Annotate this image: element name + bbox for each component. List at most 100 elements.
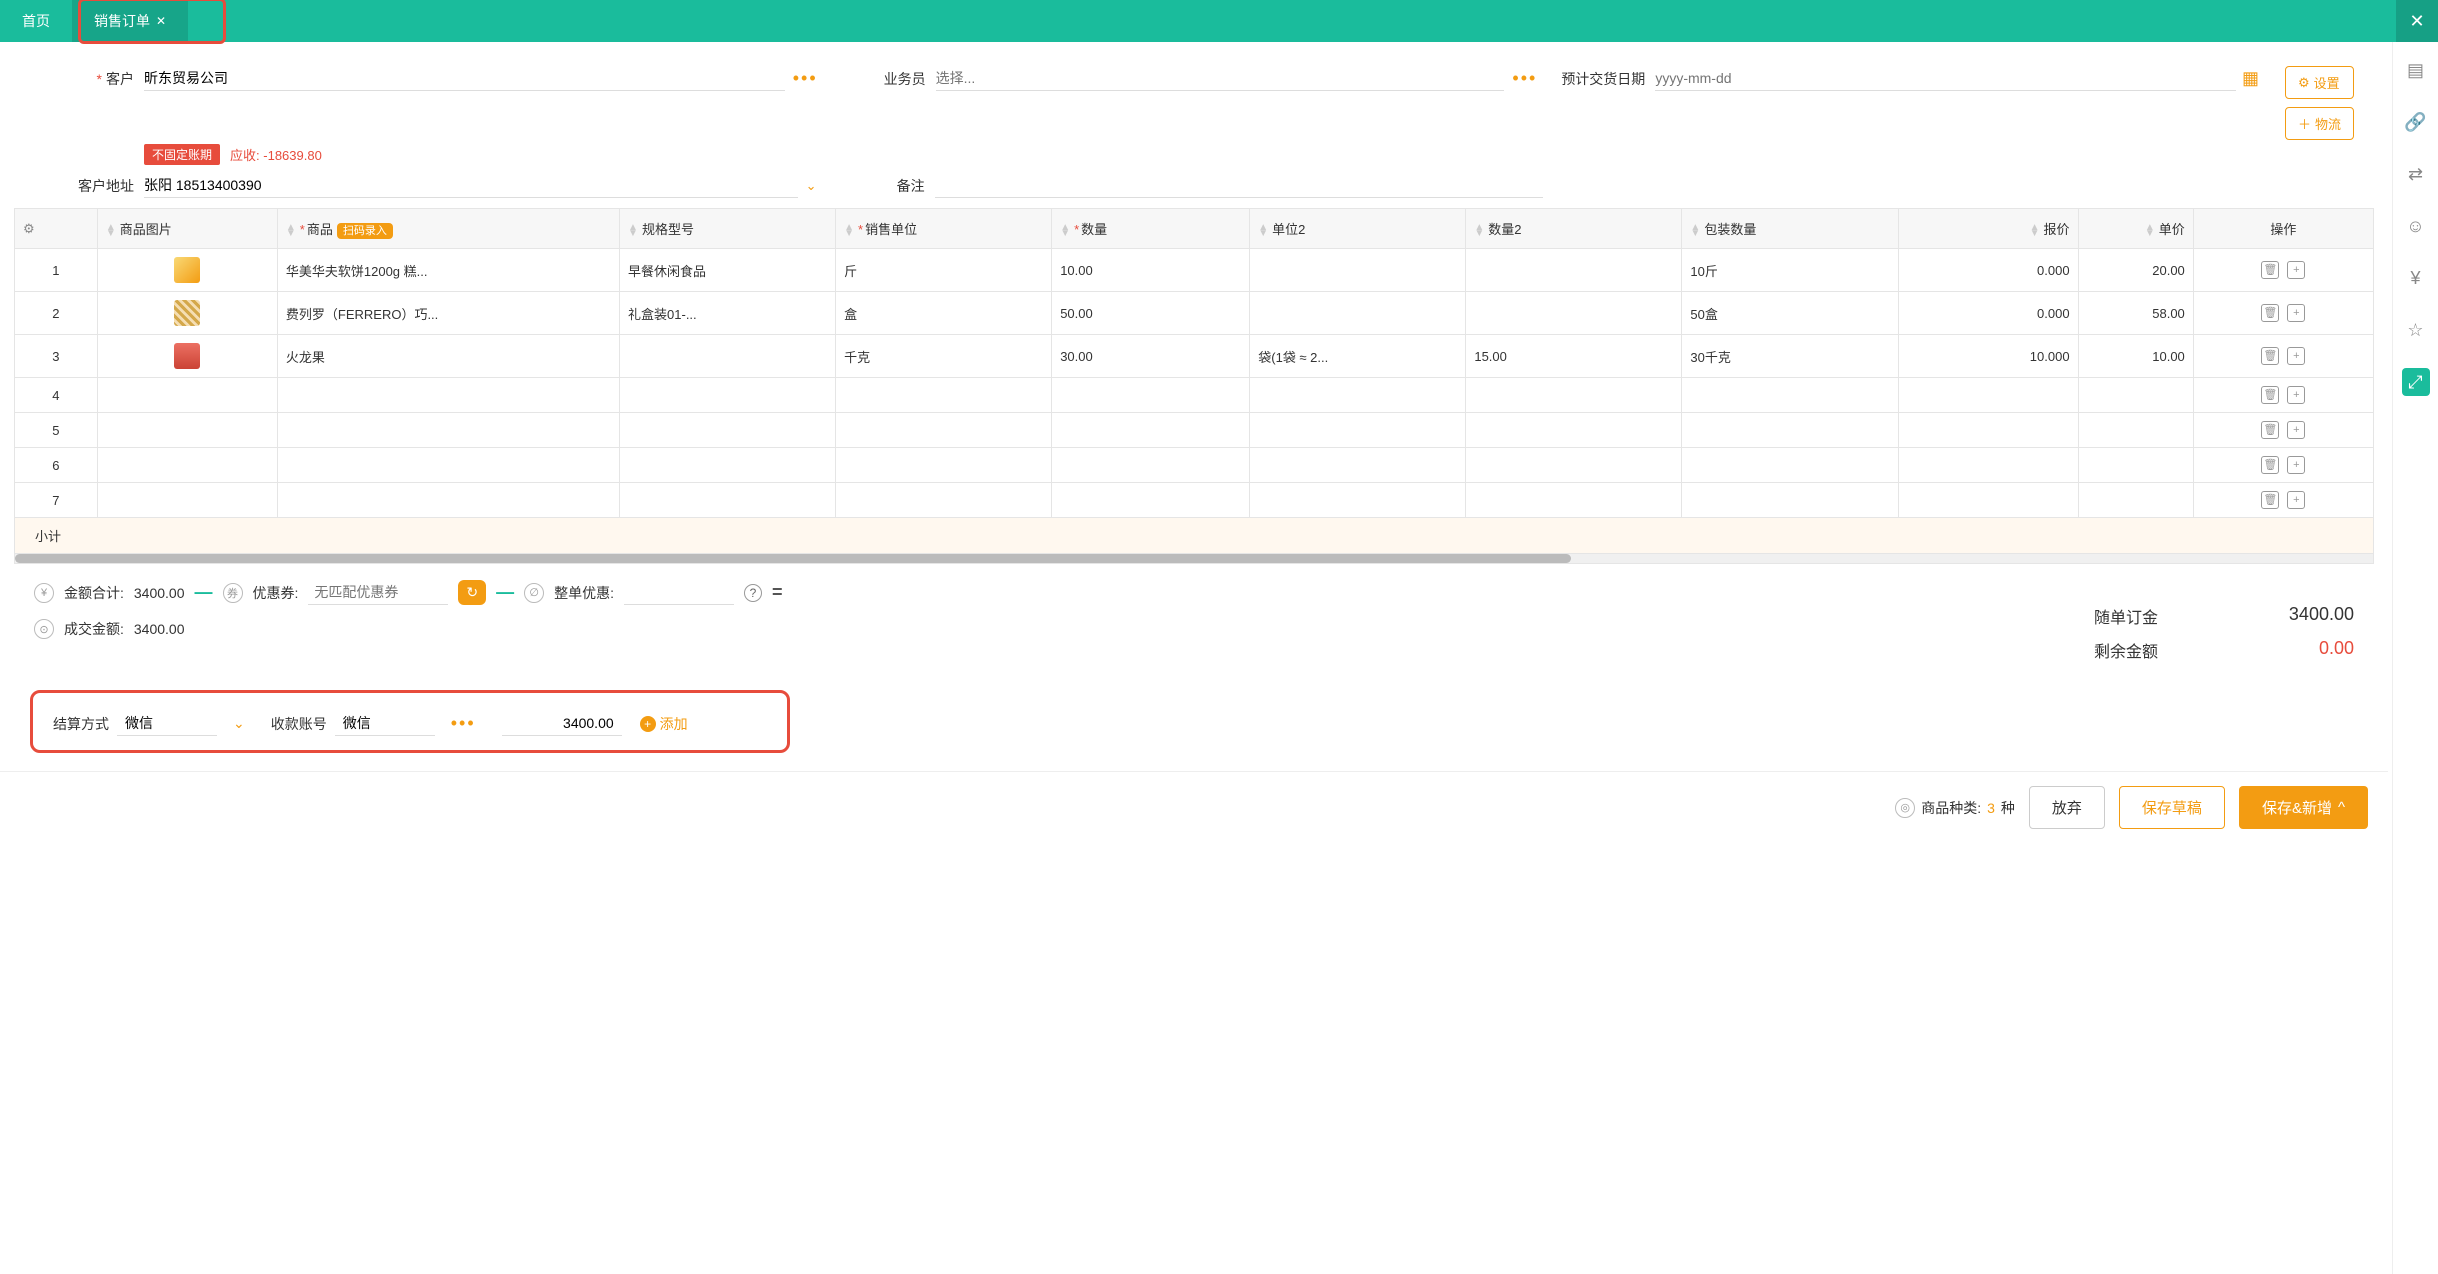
unit-cell[interactable]: 盒 [836,292,1052,335]
table-row[interactable]: 2费列罗（FERRERO）巧...礼盒装01-...盒50.0050盒0.000… [15,292,2374,335]
chevron-down-icon[interactable]: ⌄ [225,715,253,732]
quote-cell[interactable]: 0.000 [1898,249,2078,292]
product-name-cell[interactable]: 火龙果 [277,335,619,378]
add-row-icon[interactable]: + [2287,421,2305,439]
table-row[interactable]: 4🗑+ [15,378,2374,413]
unit2-cell[interactable] [1250,249,1466,292]
spec-cell[interactable]: 早餐休闲食品 [620,249,836,292]
link-icon[interactable]: 🔗 [2402,108,2430,136]
refresh-icon[interactable]: ↻ [458,580,486,605]
qty2-cell[interactable]: 15.00 [1466,335,1682,378]
tab-bar-collapse-icon[interactable]: ✕ [2396,0,2438,42]
delete-row-icon[interactable]: 🗑 [2261,347,2279,365]
qty-cell[interactable]: 30.00 [1052,335,1250,378]
settings-button[interactable]: ⚙设置 [2285,66,2354,99]
delete-row-icon[interactable]: 🗑 [2261,421,2279,439]
more-icon[interactable]: ••• [1504,68,1545,89]
delete-row-icon[interactable]: 🗑 [2261,386,2279,404]
sort-icon[interactable]: ▲▼ [1690,225,1700,237]
delete-row-icon[interactable]: 🗑 [2261,304,2279,322]
more-icon[interactable]: ••• [443,713,484,734]
save-draft-button[interactable]: 保存草稿 [2119,786,2225,829]
chevron-down-icon[interactable]: ⌄ [798,178,825,194]
table-row[interactable]: 1华美华夫软饼1200g 糕...早餐休闲食品斤10.0010斤0.00020.… [15,249,2374,292]
logistics-button[interactable]: ＋物流 [2285,107,2354,140]
add-row-icon[interactable]: + [2287,491,2305,509]
user-icon[interactable]: ☺ [2402,212,2430,240]
delivery-date-input[interactable] [1655,66,2236,91]
horizontal-scrollbar[interactable] [14,554,2374,564]
salesperson-input[interactable] [936,66,1505,91]
customer-address-input[interactable] [144,173,798,198]
payment-account-input[interactable] [335,711,435,736]
product-image-cell[interactable] [97,292,277,335]
payment-method-input[interactable] [117,711,217,736]
delete-row-icon[interactable]: 🗑 [2261,456,2279,474]
product-name-cell[interactable]: 华美华夫软饼1200g 糕... [277,249,619,292]
close-icon[interactable]: ✕ [156,14,166,28]
qty2-cell[interactable] [1466,249,1682,292]
qty-cell[interactable]: 10.00 [1052,249,1250,292]
sort-icon[interactable]: ▲▼ [106,225,116,237]
sort-icon[interactable]: ▲▼ [2030,225,2040,237]
note-icon[interactable]: ▤ [2402,56,2430,84]
table-row[interactable]: 6🗑+ [15,448,2374,483]
swap-icon[interactable]: ⇄ [2402,160,2430,188]
sort-icon[interactable]: ▲▼ [286,225,296,237]
product-image-cell[interactable] [97,335,277,378]
sort-icon[interactable]: ▲▼ [1060,225,1070,237]
add-row-icon[interactable]: + [2287,261,2305,279]
qty-cell[interactable]: 50.00 [1052,292,1250,335]
table-row[interactable]: 5🗑+ [15,413,2374,448]
add-row-icon[interactable]: + [2287,304,2305,322]
unitprice-cell[interactable]: 20.00 [2078,249,2193,292]
spec-cell[interactable]: 礼盒装01-... [620,292,836,335]
quote-cell[interactable]: 0.000 [1898,292,2078,335]
money-icon[interactable]: ¥ [2402,264,2430,292]
add-payment-button[interactable]: + 添加 [640,714,688,734]
delete-row-icon[interactable]: 🗑 [2261,491,2279,509]
save-and-new-button[interactable]: 保存&新增 ^ [2239,786,2368,829]
sort-icon[interactable]: ▲▼ [1474,225,1484,237]
table-row[interactable]: 7🗑+ [15,483,2374,518]
unit2-cell[interactable]: 袋(1袋 ≈ 2... [1250,335,1466,378]
product-name-cell[interactable]: 费列罗（FERRERO）巧... [277,292,619,335]
packqty-cell[interactable]: 10斤 [1682,249,1898,292]
discard-button[interactable]: 放弃 [2029,786,2105,829]
unitprice-cell[interactable]: 10.00 [2078,335,2193,378]
customer-input[interactable] [144,66,785,91]
help-icon[interactable]: ? [744,584,762,602]
unitprice-cell[interactable]: 58.00 [2078,292,2193,335]
more-icon[interactable]: ••• [785,68,826,89]
table-row[interactable]: 3火龙果千克30.00袋(1袋 ≈ 2...15.0030千克10.00010.… [15,335,2374,378]
add-row-icon[interactable]: + [2287,347,2305,365]
unit-cell[interactable]: 千克 [836,335,1052,378]
deal-value: 3400.00 [134,621,185,637]
sort-icon[interactable]: ▲▼ [844,225,854,237]
add-row-icon[interactable]: + [2287,386,2305,404]
sort-icon[interactable]: ▲▼ [628,225,638,237]
sort-icon[interactable]: ▲▼ [2145,225,2155,237]
calendar-icon[interactable]: ▦ [2236,68,2265,89]
unit-cell[interactable]: 斤 [836,249,1052,292]
packqty-cell[interactable]: 50盒 [1682,292,1898,335]
tab-home[interactable]: 首页 [0,0,72,42]
coupon-input[interactable] [308,580,448,605]
quote-cell[interactable]: 10.000 [1898,335,2078,378]
delete-row-icon[interactable]: 🗑 [2261,261,2279,279]
packqty-cell[interactable]: 30千克 [1682,335,1898,378]
expand-icon[interactable]: ⤢ [2402,368,2430,396]
spec-cell[interactable] [620,335,836,378]
star-icon[interactable]: ☆ [2402,316,2430,344]
unit2-cell[interactable] [1250,292,1466,335]
tab-sales-order[interactable]: 销售订单 ✕ [72,0,188,42]
order-discount-input[interactable] [624,580,734,605]
gear-icon[interactable]: ⚙ [23,221,35,236]
payment-amount-input[interactable] [502,711,622,736]
add-row-icon[interactable]: + [2287,456,2305,474]
remark-input[interactable] [935,173,1544,198]
sort-icon[interactable]: ▲▼ [1258,225,1268,237]
product-image-cell[interactable] [97,249,277,292]
scan-entry-button[interactable]: 扫码录入 [337,223,393,239]
qty2-cell[interactable] [1466,292,1682,335]
